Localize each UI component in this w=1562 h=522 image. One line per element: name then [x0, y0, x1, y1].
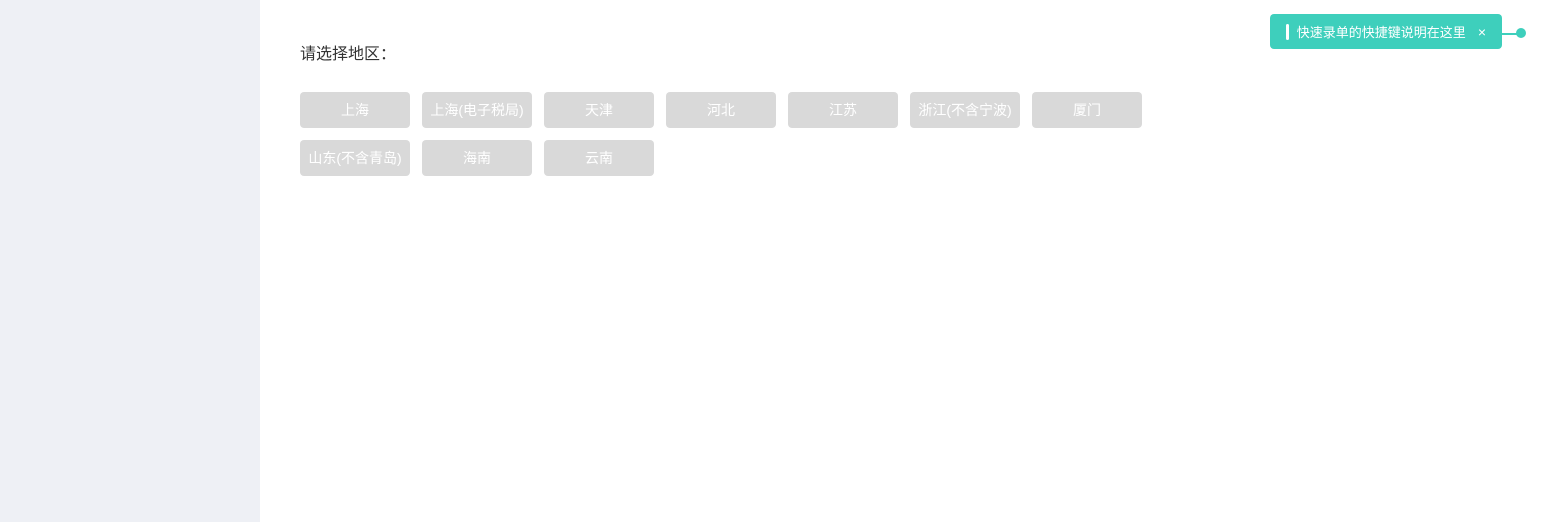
region-button-yunnan[interactable]: 云南	[544, 140, 654, 176]
tooltip-connector-dot	[1516, 28, 1526, 38]
tooltip-text: 快速录单的快捷键说明在这里	[1297, 22, 1466, 41]
region-button-zhejiang[interactable]: 浙江(不含宁波)	[910, 92, 1020, 128]
region-button-hebei[interactable]: 河北	[666, 92, 776, 128]
tooltip-bar: 快速录单的快捷键说明在这里 ×	[1270, 14, 1502, 49]
region-button-jiangsu[interactable]: 江苏	[788, 92, 898, 128]
region-button-hainan[interactable]: 海南	[422, 140, 532, 176]
region-button-shanghai-etax[interactable]: 上海(电子税局)	[422, 92, 532, 128]
main-content: 请选择地区： 上海上海(电子税局)天津河北江苏浙江(不含宁波)厦门 山东(不含青…	[260, 0, 1562, 522]
region-row-1: 上海上海(电子税局) 天津河北江苏浙江(不含宁波) 厦门	[300, 92, 1522, 128]
region-button-shandong[interactable]: 山东(不含青岛)	[300, 140, 410, 176]
tooltip-close-button[interactable]: ×	[1478, 24, 1486, 40]
tooltip-accent	[1286, 24, 1289, 40]
region-row-2: 山东(不含青岛) 海南云南	[300, 140, 1522, 176]
region-button-tianjin[interactable]: 天津	[544, 92, 654, 128]
region-button-shanghai[interactable]: 上海	[300, 92, 410, 128]
region-button-xiamen[interactable]: 厦门	[1032, 92, 1142, 128]
sidebar	[0, 0, 260, 522]
